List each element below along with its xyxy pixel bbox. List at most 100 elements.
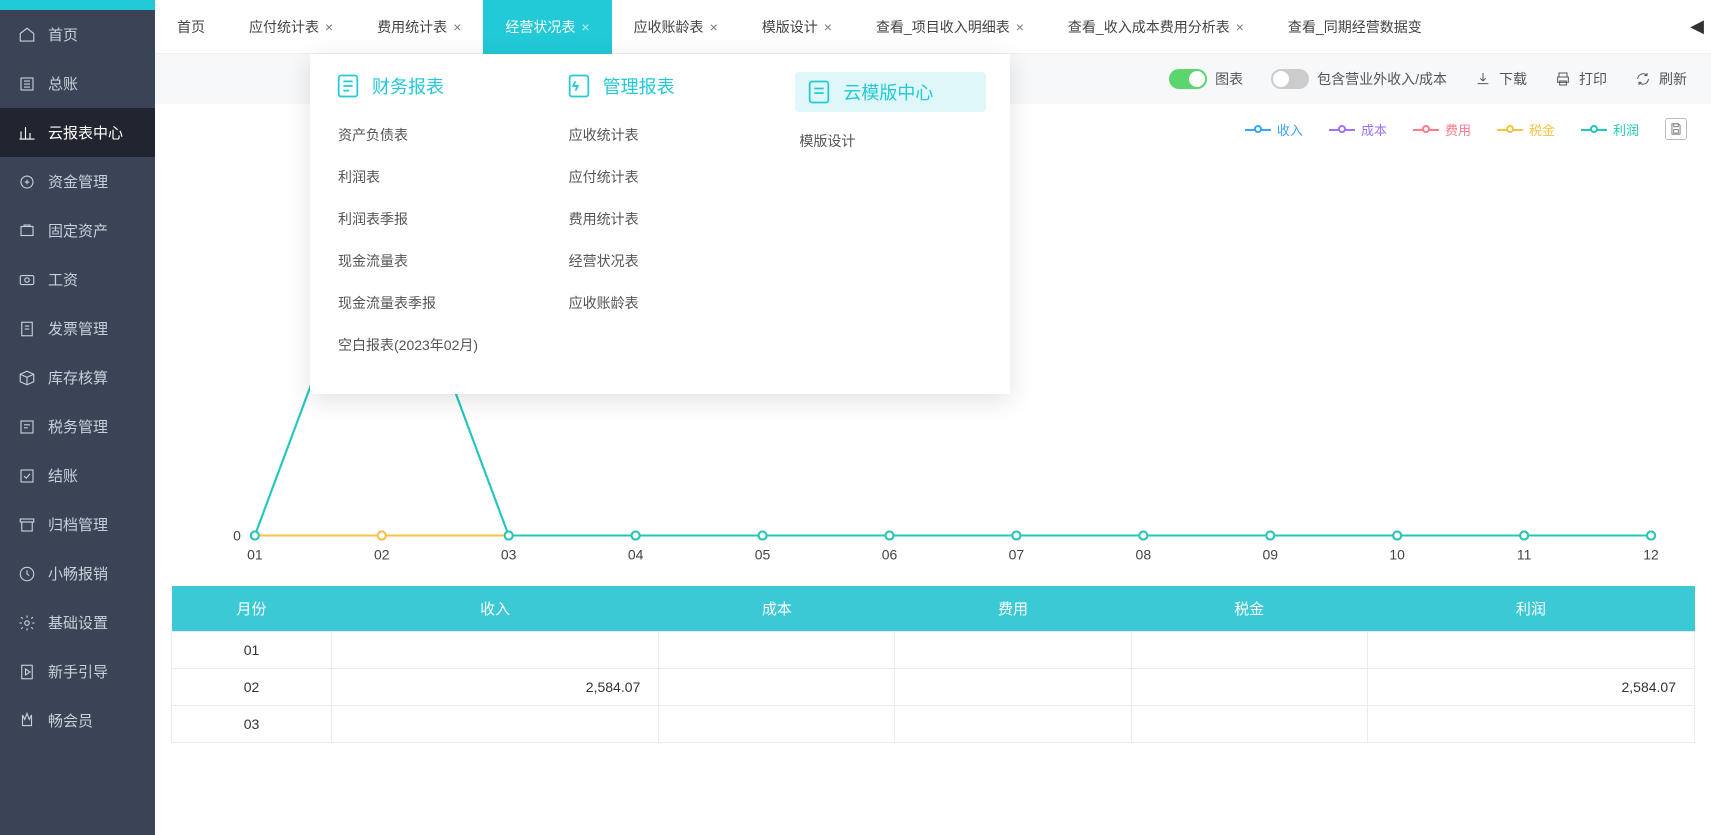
mega-col-financial: 财务报表 资产负债表利润表利润表季报现金流量表现金流量表季报空白报表(2023年… [334,72,525,366]
mega-item[interactable]: 空白报表(2023年02月) [334,324,525,366]
tab-应收账龄表[interactable]: 应收账龄表 × [612,0,740,54]
table-cell [1131,706,1367,743]
sidebar-item-ledger[interactable]: 总账 [0,59,155,108]
sidebar-item-stock[interactable]: 库存核算 [0,353,155,402]
tab-模版设计[interactable]: 模版设计× [740,0,854,54]
table-cell [895,706,1131,743]
mega-item[interactable]: 应收统计表 [565,114,756,156]
table-cell [332,706,659,743]
mega-item[interactable]: 利润表 [334,156,525,198]
report-icon [334,72,362,100]
sidebar-item-archive[interactable]: 归档管理 [0,500,155,549]
chart-toggle[interactable]: 图表 [1169,69,1243,89]
table-header: 税金 [1131,586,1367,632]
close-icon[interactable]: × [325,19,333,35]
mega-item[interactable]: 现金流量表 [334,240,525,282]
legend-item-tax[interactable]: 税金 [1497,120,1555,139]
include-other-toggle[interactable]: 包含营业外收入/成本 [1271,69,1447,89]
mega-item[interactable]: 费用统计表 [565,198,756,240]
close-icon[interactable]: × [581,19,589,35]
chart-save-icon[interactable] [1665,118,1687,140]
mega-item[interactable]: 现金流量表季报 [334,282,525,324]
print-button[interactable]: 打印 [1555,69,1607,89]
table-cell: 03 [172,706,332,743]
tab-应付统计表[interactable]: 应付统计表 × [227,0,355,54]
table-cell [659,706,895,743]
tabs-scroll-left-icon[interactable]: ◀ [1683,16,1711,37]
legend-item-expense[interactable]: 费用 [1413,120,1471,139]
sidebar-item-label: 发票管理 [48,318,108,339]
table-cell [895,632,1131,669]
tab-查看_项目收入明细表[interactable]: 查看_项目收入明细表× [854,0,1046,54]
table-row: 01 [172,632,1695,669]
guide-icon [18,663,36,681]
legend-item-income[interactable]: 收入 [1245,120,1303,139]
sidebar-item-member[interactable]: 畅会员 [0,696,155,745]
close-icon[interactable]: × [1236,19,1244,35]
tab-label: 查看_同期经营数据变 [1288,17,1422,37]
brand-strip [0,0,155,10]
sidebar-item-label: 结账 [48,465,78,486]
close-icon[interactable]: × [710,19,718,35]
expense-icon [18,565,36,583]
refresh-button[interactable]: 刷新 [1635,69,1687,89]
sidebar-item-close[interactable]: 结账 [0,451,155,500]
sidebar-item-label: 工资 [48,269,78,290]
sidebar-item-settings[interactable]: 基础设置 [0,598,155,647]
sidebar-item-expense[interactable]: 小畅报销 [0,549,155,598]
table-cell [659,632,895,669]
include-other-switch[interactable] [1271,69,1309,89]
close-icon[interactable]: × [1016,19,1024,35]
sidebar-item-home[interactable]: 首页 [0,10,155,59]
tab-查看_收入成本费用分析表[interactable]: 查看_收入成本费用分析表× [1046,0,1266,54]
funds-icon [18,173,36,191]
mega-item[interactable]: 资产负债表 [334,114,525,156]
sidebar-item-asset[interactable]: 固定资产 [0,206,155,255]
svg-text:02: 02 [374,546,390,562]
tab-首页[interactable]: 首页 [155,0,227,54]
mega-item[interactable]: 经营状况表 [565,240,756,282]
svg-text:06: 06 [882,546,898,562]
tab-label: 应付统计表 [249,17,319,37]
svg-text:01: 01 [247,546,263,562]
table-cell [332,632,659,669]
close-icon[interactable]: × [453,19,461,35]
table-cell: 02 [172,669,332,706]
sidebar-item-funds[interactable]: 资金管理 [0,157,155,206]
close-icon[interactable]: × [824,19,832,35]
mega-item[interactable]: 应收账龄表 [565,282,756,324]
table-header: 利润 [1367,586,1694,632]
chart-icon [18,124,36,142]
tab-label: 首页 [177,17,205,37]
mega-item[interactable]: 利润表季报 [334,198,525,240]
table-cell [659,669,895,706]
home-icon [18,26,36,44]
sidebar-item-salary[interactable]: 工资 [0,255,155,304]
data-table: 月份收入成本费用税金利润 01022,584.072,584.0703 [171,586,1695,743]
mega-item[interactable]: 应付统计表 [565,156,756,198]
sidebar-item-label: 归档管理 [48,514,108,535]
tax-icon [18,418,36,436]
sidebar-item-invoice[interactable]: 发票管理 [0,304,155,353]
invoice-icon [18,320,36,338]
mega-item[interactable]: 模版设计 [795,120,986,162]
svg-text:08: 08 [1136,546,1152,562]
close-icon [18,467,36,485]
table-row: 022,584.072,584.07 [172,669,1695,706]
tab-经营状况表[interactable]: 经营状况表× [483,0,611,54]
svg-text:12: 12 [1643,546,1659,562]
legend-item-cost[interactable]: 成本 [1329,120,1387,139]
manage-report-icon [565,72,593,100]
sidebar-item-chart[interactable]: 云报表中心 [0,108,155,157]
download-button[interactable]: 下载 [1475,69,1527,89]
ledger-icon [18,75,36,93]
legend-item-profit[interactable]: 利润 [1581,120,1639,139]
tab-查看_同期经营数据变[interactable]: 查看_同期经营数据变 [1266,0,1444,54]
tab-label: 应收账龄表 [634,17,704,37]
tab-费用统计表[interactable]: 费用统计表× [355,0,483,54]
sidebar-item-tax[interactable]: 税务管理 [0,402,155,451]
chart-toggle-switch[interactable] [1169,69,1207,89]
mega-head-cloud[interactable]: 云模版中心 [795,72,986,112]
data-table-wrap: 月份收入成本费用税金利润 01022,584.072,584.0703 [155,586,1711,763]
sidebar-item-guide[interactable]: 新手引导 [0,647,155,696]
